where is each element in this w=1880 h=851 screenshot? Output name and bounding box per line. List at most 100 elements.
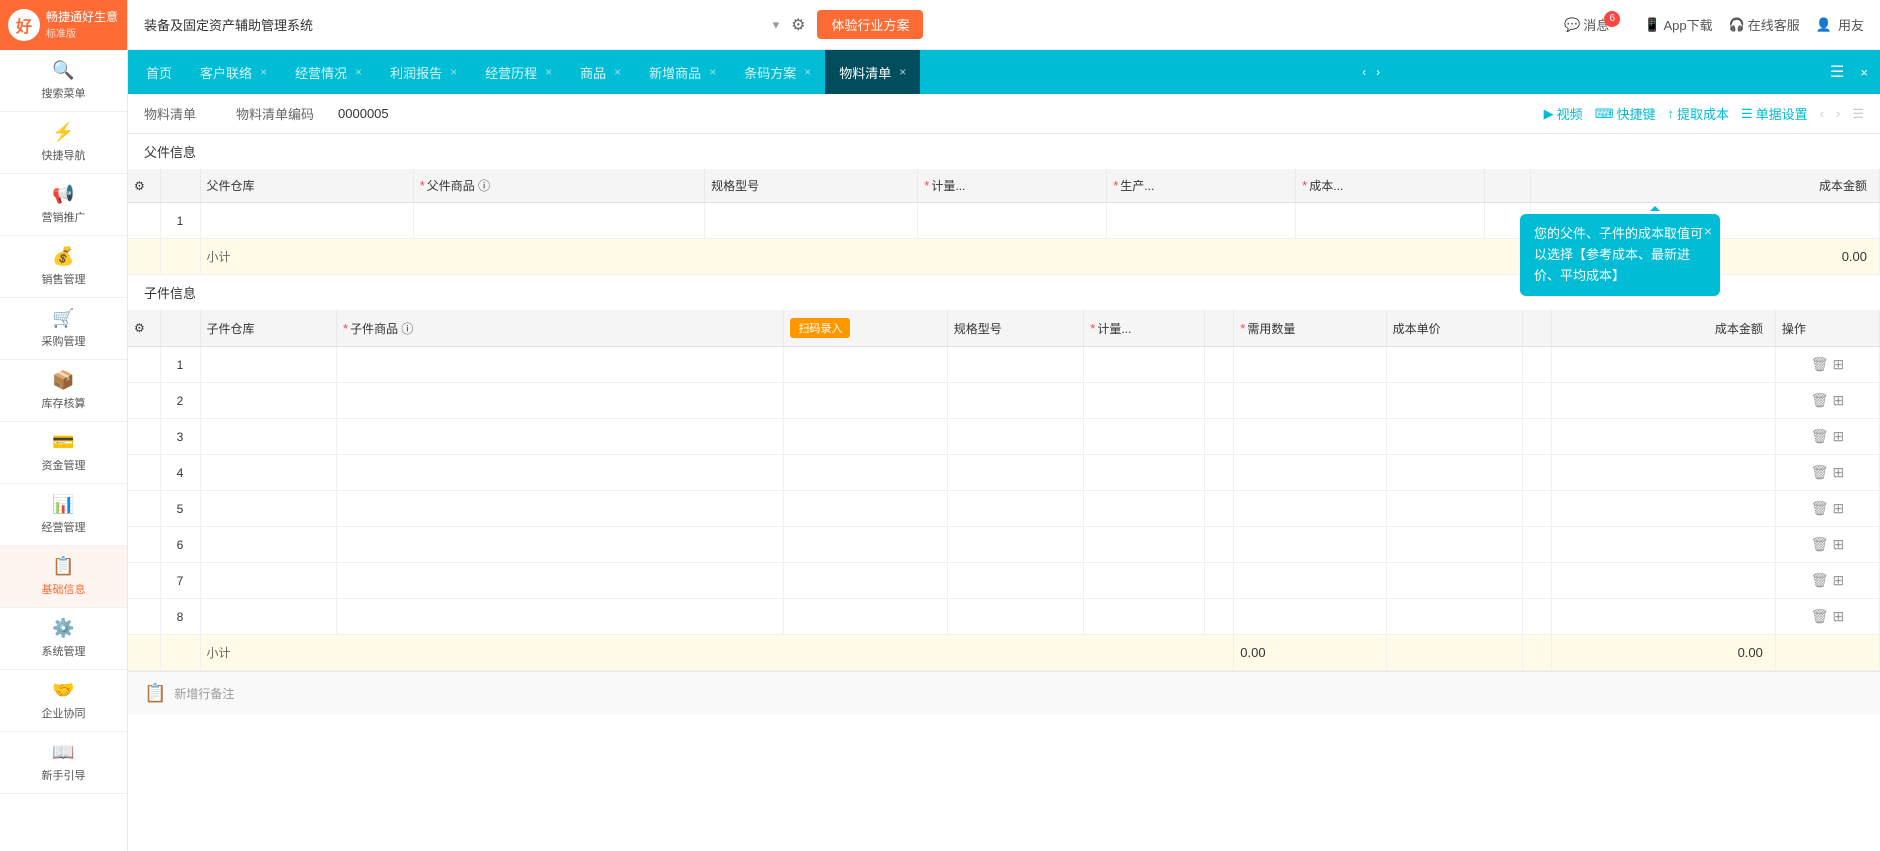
child-row1-goods[interactable] bbox=[337, 347, 784, 383]
child-row8-copy-icon[interactable]: ⊞ bbox=[1832, 608, 1844, 625]
child-row7-delete-icon[interactable]: 🗑 bbox=[1811, 572, 1829, 589]
tab-profit-close[interactable]: × bbox=[450, 65, 457, 79]
tab-goods-close[interactable]: × bbox=[614, 65, 621, 79]
tab-home[interactable]: 首页 bbox=[132, 50, 186, 94]
child-row1-unitcost[interactable] bbox=[1386, 347, 1523, 383]
child-row3-goods[interactable] bbox=[337, 419, 784, 455]
parent-row1-unit[interactable] bbox=[918, 203, 1107, 239]
nav-prev-page-icon[interactable]: ‹ bbox=[1820, 106, 1824, 121]
sidebar-item-inventory[interactable]: 📦 库存核算 bbox=[0, 360, 127, 422]
parent-row1-warehouse[interactable] bbox=[200, 203, 413, 239]
child-row4-goods[interactable] bbox=[337, 455, 784, 491]
child-row4-unitcost[interactable] bbox=[1386, 455, 1523, 491]
child-row6-unit[interactable] bbox=[1084, 527, 1205, 563]
child-row6-spec[interactable] bbox=[947, 527, 1084, 563]
child-row2-qty[interactable] bbox=[1234, 383, 1386, 419]
tab-bom[interactable]: 物料清单 × bbox=[825, 50, 920, 94]
parent-row1-produce[interactable] bbox=[1107, 203, 1296, 239]
online-service-button[interactable]: 🎧 在线客服 bbox=[1729, 15, 1800, 34]
tab-operation-close[interactable]: × bbox=[355, 65, 362, 79]
sidebar-item-purchase[interactable]: 🛒 采购管理 bbox=[0, 298, 127, 360]
child-row3-copy-icon[interactable]: ⊞ bbox=[1832, 428, 1844, 445]
parent-row1-spec[interactable] bbox=[705, 203, 918, 239]
nav-next-icon[interactable]: › bbox=[1372, 63, 1384, 81]
child-row8-unit[interactable] bbox=[1084, 599, 1205, 635]
app-download-button[interactable]: 📱 App下载 bbox=[1644, 15, 1712, 34]
child-row7-warehouse[interactable] bbox=[200, 563, 337, 599]
dropdown-arrow[interactable]: ▾ bbox=[773, 17, 780, 33]
sidebar-item-collab[interactable]: 🤝 企业协同 bbox=[0, 670, 127, 732]
view-video-button[interactable]: ▶ 视频 bbox=[1544, 104, 1583, 123]
view-mode-icon[interactable]: ☰ bbox=[1852, 106, 1864, 122]
shortcut-button[interactable]: ⌨ 快捷键 bbox=[1595, 104, 1656, 123]
child-row2-goods[interactable] bbox=[337, 383, 784, 419]
child-row4-spec[interactable] bbox=[947, 455, 1084, 491]
child-row5-warehouse[interactable] bbox=[200, 491, 337, 527]
child-row8-goods[interactable] bbox=[337, 599, 784, 635]
child-row3-delete-icon[interactable]: 🗑 bbox=[1811, 428, 1829, 445]
child-row7-copy-icon[interactable]: ⊞ bbox=[1832, 572, 1844, 589]
child-row5-copy-icon[interactable]: ⊞ bbox=[1832, 500, 1844, 517]
trial-button[interactable]: 体验行业方案 bbox=[817, 10, 923, 39]
tab-history[interactable]: 经营历程 × bbox=[471, 50, 566, 94]
close-all-tabs-icon[interactable]: ☰ bbox=[1822, 62, 1852, 82]
tooltip-close-button[interactable]: × bbox=[1704, 220, 1712, 242]
child-row3-warehouse[interactable] bbox=[200, 419, 337, 455]
settings-gear-icon[interactable]: ⚙ bbox=[791, 15, 805, 35]
sidebar-item-basic[interactable]: 📋 基础信息 bbox=[0, 546, 127, 608]
child-row6-warehouse[interactable] bbox=[200, 527, 337, 563]
child-row7-spec[interactable] bbox=[947, 563, 1084, 599]
child-row6-unitcost[interactable] bbox=[1386, 527, 1523, 563]
sidebar-item-quicknav[interactable]: ⚡ 快捷导航 bbox=[0, 112, 127, 174]
child-row3-qty[interactable] bbox=[1234, 419, 1386, 455]
child-row7-qty[interactable] bbox=[1234, 563, 1386, 599]
child-row4-qty[interactable] bbox=[1234, 455, 1386, 491]
sidebar-item-operation[interactable]: 📊 经营管理 bbox=[0, 484, 127, 546]
tab-newgoods-close[interactable]: × bbox=[709, 65, 716, 79]
child-row2-unitcost[interactable] bbox=[1386, 383, 1523, 419]
child-row4-unit[interactable] bbox=[1084, 455, 1205, 491]
child-row1-delete-icon[interactable]: 🗑 bbox=[1811, 356, 1829, 373]
child-row5-spec[interactable] bbox=[947, 491, 1084, 527]
child-row6-qty[interactable] bbox=[1234, 527, 1386, 563]
sidebar-item-sales[interactable]: 💰 销售管理 bbox=[0, 236, 127, 298]
message-button[interactable]: 💬 消息 6 bbox=[1564, 15, 1628, 34]
child-row6-copy-icon[interactable]: ⊞ bbox=[1832, 536, 1844, 553]
child-row4-warehouse[interactable] bbox=[200, 455, 337, 491]
child-row6-goods[interactable] bbox=[337, 527, 784, 563]
child-row1-copy-icon[interactable]: ⊞ bbox=[1832, 356, 1844, 373]
child-row8-spec[interactable] bbox=[947, 599, 1084, 635]
child-row5-qty[interactable] bbox=[1234, 491, 1386, 527]
parent-row1-cost[interactable] bbox=[1296, 203, 1485, 239]
child-row3-unit[interactable] bbox=[1084, 419, 1205, 455]
user-menu[interactable]: 👤 用友 bbox=[1816, 15, 1864, 34]
child-row3-spec[interactable] bbox=[947, 419, 1084, 455]
child-row5-unit[interactable] bbox=[1084, 491, 1205, 527]
nav-prev-icon[interactable]: ‹ bbox=[1358, 63, 1370, 81]
child-row4-copy-icon[interactable]: ⊞ bbox=[1832, 464, 1844, 481]
child-row5-goods[interactable] bbox=[337, 491, 784, 527]
child-row3-unitcost[interactable] bbox=[1386, 419, 1523, 455]
tab-history-close[interactable]: × bbox=[545, 65, 552, 79]
child-row5-delete-icon[interactable]: 🗑 bbox=[1811, 500, 1829, 517]
child-row2-copy-icon[interactable]: ⊞ bbox=[1832, 392, 1844, 409]
tab-goods[interactable]: 商品 × bbox=[566, 50, 635, 94]
tab-newgoods[interactable]: 新增商品 × bbox=[635, 50, 730, 94]
parent-row1-goods[interactable] bbox=[413, 203, 704, 239]
sidebar-item-marketing[interactable]: 📢 营销推广 bbox=[0, 174, 127, 236]
child-row2-delete-icon[interactable]: 🗑 bbox=[1811, 392, 1829, 409]
tab-barcode[interactable]: 条码方案 × bbox=[730, 50, 825, 94]
child-row1-unit[interactable] bbox=[1084, 347, 1205, 383]
extract-cost-button[interactable]: ↑ 提取成本 bbox=[1667, 104, 1729, 123]
child-row2-unit[interactable] bbox=[1084, 383, 1205, 419]
child-row4-delete-icon[interactable]: 🗑 bbox=[1811, 464, 1829, 481]
sidebar-item-system[interactable]: ⚙️ 系统管理 bbox=[0, 608, 127, 670]
tab-customer-close[interactable]: × bbox=[260, 65, 267, 79]
tab-barcode-close[interactable]: × bbox=[804, 65, 811, 79]
scan-input-button[interactable]: 扫码录入 bbox=[790, 318, 850, 338]
child-row1-qty[interactable] bbox=[1234, 347, 1386, 383]
tab-profit[interactable]: 利润报告 × bbox=[376, 50, 471, 94]
tab-bom-close[interactable]: × bbox=[899, 65, 906, 79]
sidebar-item-search[interactable]: 🔍 搜索菜单 bbox=[0, 50, 127, 112]
child-row1-spec[interactable] bbox=[947, 347, 1084, 383]
